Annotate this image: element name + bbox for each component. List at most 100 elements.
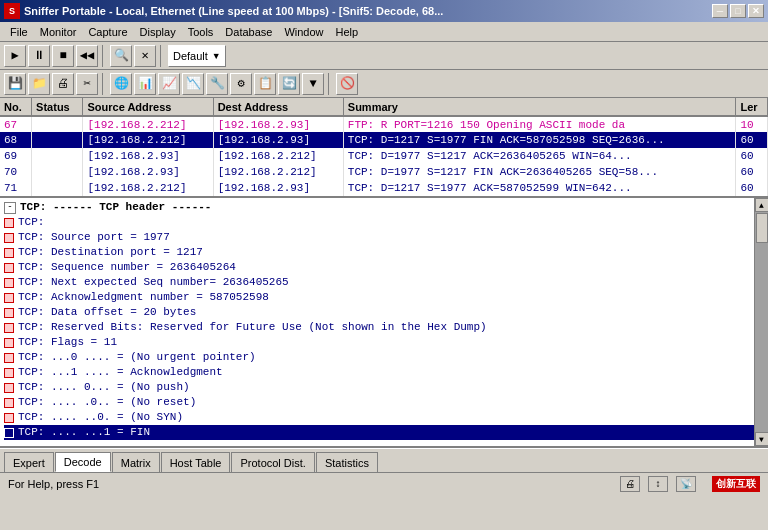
detail-line[interactable]: TCP: .... ...1 = FIN	[4, 425, 764, 440]
maximize-button[interactable]: □	[730, 4, 746, 18]
search-button[interactable]: 🔍	[110, 45, 132, 67]
tab-expert[interactable]: Expert	[4, 452, 54, 472]
play-button[interactable]: ▶	[4, 45, 26, 67]
table-row[interactable]: 70[192.168.2.93][192.168.2.212]TCP: D=19…	[0, 164, 768, 180]
line-text: TCP: Next expected Seq number= 263640526…	[18, 275, 289, 290]
table-row[interactable]: 68[192.168.2.212][192.168.2.93]TCP: D=12…	[0, 132, 768, 148]
tab-host-table[interactable]: Host Table	[161, 452, 231, 472]
app-icon: S	[4, 3, 20, 19]
menu-help[interactable]: Help	[330, 24, 365, 40]
cell-src: [192.168.2.93]	[83, 148, 213, 164]
detail-line[interactable]: TCP: Reserved Bits: Reserved for Future …	[4, 320, 764, 335]
brand-logo: 创新互联	[712, 476, 760, 492]
cell-summary: TCP: D=1977 S=1217 FIN ACK=2636405265 SE…	[343, 164, 736, 180]
tb2-btn2[interactable]: 📁	[28, 73, 50, 95]
menu-file[interactable]: File	[4, 24, 34, 40]
cell-summary: TCP: D=1977 S=1217 ACK=2636405265 WIN=64…	[343, 148, 736, 164]
menu-monitor[interactable]: Monitor	[34, 24, 83, 40]
cell-src: [192.168.2.212]	[83, 116, 213, 132]
separator1	[102, 45, 106, 67]
close-button[interactable]: ✕	[748, 4, 764, 18]
tb2-btn12[interactable]: 🔄	[278, 73, 300, 95]
v-scrollbar[interactable]: ▲ ▼	[754, 198, 768, 446]
table-row[interactable]: 67[192.168.2.212][192.168.2.93]FTP: R PO…	[0, 116, 768, 132]
cell-status	[32, 148, 83, 164]
col-status: Status	[32, 98, 83, 116]
detail-line[interactable]: TCP: Acknowledgment number = 587052598	[4, 290, 764, 305]
menu-window[interactable]: Window	[278, 24, 329, 40]
cell-len: 60	[736, 148, 768, 164]
detail-header-row[interactable]: - TCP: ------ TCP header ------	[4, 200, 764, 215]
tb2-btn11[interactable]: 📋	[254, 73, 276, 95]
cell-dst: [192.168.2.212]	[213, 164, 343, 180]
cell-status	[32, 132, 83, 148]
status-text: For Help, press F1	[8, 478, 99, 490]
filter-dropdown[interactable]: Default ▼	[168, 45, 226, 67]
cell-len: 10	[736, 116, 768, 132]
detail-line[interactable]: TCP: Source port = 1977	[4, 230, 764, 245]
detail-line[interactable]: TCP: Data offset = 20 bytes	[4, 305, 764, 320]
detail-line[interactable]: TCP: ...1 .... = Acknowledgment	[4, 365, 764, 380]
detail-pane: - TCP: ------ TCP header ------ TCP:TCP:…	[0, 198, 768, 448]
minimize-button[interactable]: ─	[712, 4, 728, 18]
packet-table-container: No. Status Source Address Dest Address S…	[0, 98, 768, 198]
detail-content: - TCP: ------ TCP header ------ TCP:TCP:…	[0, 198, 768, 442]
scroll-up[interactable]: ▲	[755, 198, 769, 212]
cancel-button[interactable]: ✕	[134, 45, 156, 67]
tab-matrix[interactable]: Matrix	[112, 452, 160, 472]
detail-line[interactable]: TCP: Next expected Seq number= 263640526…	[4, 275, 764, 290]
tb2-btn6[interactable]: 📊	[134, 73, 156, 95]
status-icon1: 🖨	[620, 476, 640, 492]
cell-status	[32, 116, 83, 132]
table-header-row: No. Status Source Address Dest Address S…	[0, 98, 768, 116]
cell-no: 71	[0, 180, 32, 196]
tab-protocol-dist[interactable]: Protocol Dist.	[231, 452, 314, 472]
line-icon	[4, 398, 14, 408]
detail-line[interactable]: TCP: .... .0.. = (No reset)	[4, 395, 764, 410]
tb2-btn3[interactable]: 🖨	[52, 73, 74, 95]
detail-line[interactable]: TCP: Sequence number = 2636405264	[4, 260, 764, 275]
menu-display[interactable]: Display	[134, 24, 182, 40]
line-icon	[4, 428, 14, 438]
stop-button[interactable]: ■	[52, 45, 74, 67]
tb2-btn8[interactable]: 📉	[182, 73, 204, 95]
col-len: Ler	[736, 98, 768, 116]
tb2-btn4[interactable]: ✂	[76, 73, 98, 95]
pause-button[interactable]: ⏸	[28, 45, 50, 67]
tb2-btn14[interactable]: 🚫	[336, 73, 358, 95]
tb2-btn9[interactable]: 🔧	[206, 73, 228, 95]
menu-tools[interactable]: Tools	[182, 24, 220, 40]
table-row[interactable]: 69[192.168.2.93][192.168.2.212]TCP: D=19…	[0, 148, 768, 164]
col-src: Source Address	[83, 98, 213, 116]
cell-dst: [192.168.2.93]	[213, 132, 343, 148]
tb2-btn5[interactable]: 🌐	[110, 73, 132, 95]
table-row[interactable]: 71[192.168.2.212][192.168.2.93]TCP: D=12…	[0, 180, 768, 196]
scroll-thumb[interactable]	[756, 213, 768, 243]
tb2-btn13[interactable]: ▼	[302, 73, 324, 95]
rewind-button[interactable]: ◀◀	[76, 45, 98, 67]
scroll-track-v[interactable]	[755, 212, 769, 432]
detail-line[interactable]: TCP: Flags = 11	[4, 335, 764, 350]
line-text: TCP: Data offset = 20 bytes	[18, 305, 196, 320]
detail-line[interactable]: TCP:	[4, 215, 764, 230]
col-dst: Dest Address	[213, 98, 343, 116]
detail-header: TCP: ------ TCP header ------	[20, 200, 211, 215]
tab-statistics[interactable]: Statistics	[316, 452, 378, 472]
tb2-btn1[interactable]: 💾	[4, 73, 26, 95]
scroll-down[interactable]: ▼	[755, 432, 769, 446]
tab-decode[interactable]: Decode	[55, 452, 111, 472]
status-bar: For Help, press F1 🖨 ↕ 📡 创新互联	[0, 472, 768, 494]
expand-icon[interactable]: -	[4, 202, 16, 214]
menu-capture[interactable]: Capture	[82, 24, 133, 40]
detail-line[interactable]: TCP: .... ..0. = (No SYN)	[4, 410, 764, 425]
detail-line[interactable]: TCP: .... 0... = (No push)	[4, 380, 764, 395]
tb2-btn10[interactable]: ⚙	[230, 73, 252, 95]
menu-database[interactable]: Database	[219, 24, 278, 40]
tb2-btn7[interactable]: 📈	[158, 73, 180, 95]
window-controls: ─ □ ✕	[712, 4, 764, 18]
line-icon	[4, 278, 14, 288]
toolbar1: ▶ ⏸ ■ ◀◀ 🔍 ✕ Default ▼	[0, 42, 768, 70]
cell-summary: TCP: D=1217 S=1977 ACK=587052599 WIN=642…	[343, 180, 736, 196]
detail-line[interactable]: TCP: Destination port = 1217	[4, 245, 764, 260]
detail-line[interactable]: TCP: ...0 .... = (No urgent pointer)	[4, 350, 764, 365]
